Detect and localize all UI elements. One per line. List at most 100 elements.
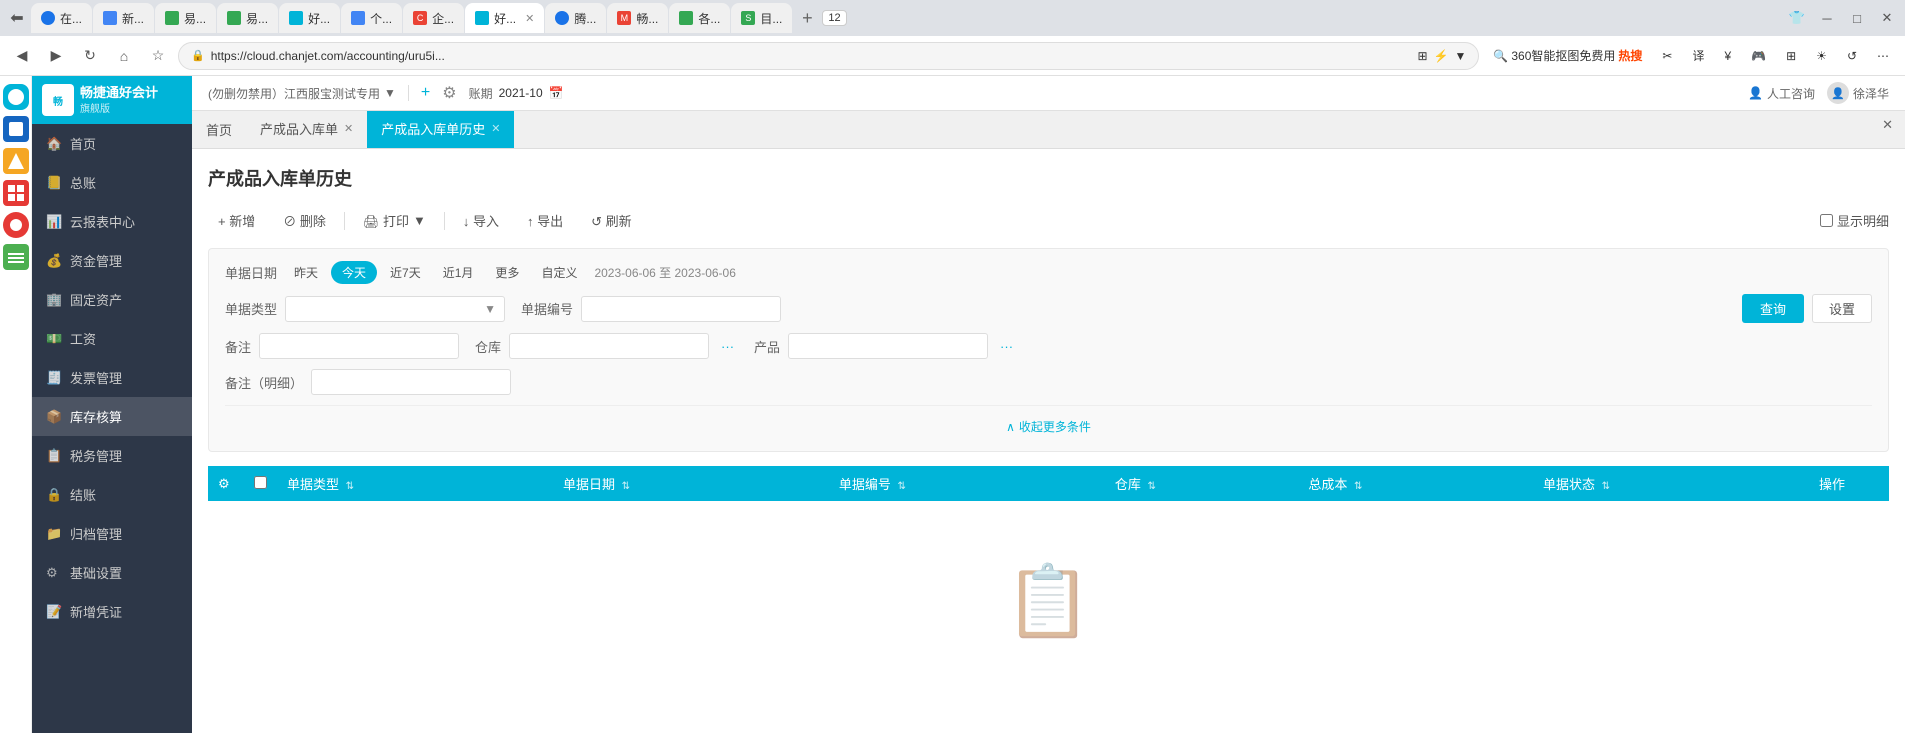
bookmark-button[interactable]: ☆ <box>144 42 172 70</box>
close-icon[interactable]: ✕ <box>1873 4 1901 32</box>
week-btn[interactable]: 近7天 <box>381 261 430 284</box>
tab-3[interactable]: 易... <box>155 3 216 33</box>
header-settings-button[interactable]: ⚙ <box>442 83 456 103</box>
print-button[interactable]: 🖨 打印 ▼ <box>353 207 436 234</box>
delete-button[interactable]: ⊘ 删除 <box>273 207 336 234</box>
tab-10[interactable]: M 畅... <box>607 3 668 33</box>
content-close-button[interactable]: ✕ <box>1870 111 1905 139</box>
number-input[interactable] <box>581 296 781 322</box>
shirt-icon[interactable]: 👕 <box>1783 4 1811 32</box>
tab-12[interactable]: S 目... <box>731 3 792 33</box>
show-cols-checkbox[interactable] <box>1820 214 1833 227</box>
sidebar-item-payroll[interactable]: 💵 工资 <box>32 319 192 358</box>
product-dots-btn[interactable]: ··· <box>996 339 1017 354</box>
remark-input[interactable] <box>259 333 459 359</box>
forward-button[interactable]: ▶ <box>42 42 70 70</box>
sidebar-item-closing[interactable]: 🔒 结账 <box>32 475 192 514</box>
select-all-checkbox[interactable] <box>254 476 267 489</box>
sidebar-item-newrecord[interactable]: 📝 新增凭证 <box>32 592 192 631</box>
grid-tool[interactable]: ⊞ <box>1778 43 1804 69</box>
tab-6[interactable]: 个... <box>341 3 402 33</box>
sidebar-item-inventory[interactable]: 📦 库存核算 <box>32 397 192 436</box>
page-tab-list-close-icon[interactable]: ✕ <box>344 122 353 135</box>
tab-5[interactable]: 好... <box>279 3 340 33</box>
tab-2[interactable]: 新... <box>93 3 154 33</box>
add-account-button[interactable]: + <box>421 84 430 102</box>
page-tab-list[interactable]: 产成品入库单 ✕ <box>246 111 367 148</box>
table-col-status[interactable]: 单据状态 ⇅ <box>1533 466 1809 501</box>
game-tool[interactable]: 🎮 <box>1743 43 1774 69</box>
user-info[interactable]: 👤 徐泽华 <box>1827 82 1889 104</box>
app-icon-4[interactable] <box>3 180 29 206</box>
query-button[interactable]: 查询 <box>1742 294 1804 323</box>
collapse-button[interactable]: ∧ 收起更多条件 <box>1006 414 1091 439</box>
sidebar-item-funds[interactable]: 💰 资金管理 <box>32 241 192 280</box>
settings-button[interactable]: 设置 <box>1812 294 1872 323</box>
calendar-icon[interactable]: 📅 <box>549 86 564 100</box>
more-tool[interactable]: ⋯ <box>1869 43 1897 69</box>
minimize-icon[interactable]: ─ <box>1813 4 1841 32</box>
tab-8[interactable]: 好... ✕ <box>465 3 544 33</box>
new-tab-button[interactable]: + <box>793 4 821 32</box>
today-btn[interactable]: 今天 <box>331 261 377 284</box>
yesterday-btn[interactable]: 昨天 <box>285 261 327 284</box>
sidebar-item-basic[interactable]: ⚙ 基础设置 <box>32 553 192 592</box>
add-button[interactable]: + 新增 <box>208 207 265 234</box>
dropdown-icon[interactable]: ▼ <box>1455 49 1467 63</box>
tab-11[interactable]: 各... <box>669 3 730 33</box>
refresh-button[interactable]: ↻ <box>76 42 104 70</box>
custom-btn[interactable]: 自定义 <box>532 261 586 284</box>
table-col-checkbox[interactable] <box>244 466 277 501</box>
home-button[interactable]: ⌂ <box>110 42 138 70</box>
tab-9[interactable]: 腾... <box>545 3 606 33</box>
page-tab-history-close-icon[interactable]: ✕ <box>491 122 500 135</box>
export-button[interactable]: ↑ 导出 <box>517 207 573 234</box>
sidebar-item-tax[interactable]: 📋 税务管理 <box>32 436 192 475</box>
back-button[interactable]: ◀ <box>8 42 36 70</box>
sidebar-item-fixed[interactable]: 🏢 固定资产 <box>32 280 192 319</box>
table-col-number[interactable]: 单据编号 ⇅ <box>829 466 1105 501</box>
table-col-date[interactable]: 单据日期 ⇅ <box>553 466 829 501</box>
month-btn[interactable]: 近1月 <box>434 261 483 284</box>
warehouse-dots-btn[interactable]: ··· <box>717 339 738 354</box>
app-icon-5[interactable] <box>3 212 29 238</box>
table-col-gear[interactable]: ⚙ <box>208 466 244 501</box>
tab-count-badge[interactable]: 12 <box>822 10 846 26</box>
maximize-icon[interactable]: □ <box>1843 4 1871 32</box>
tab-1[interactable]: 在... <box>31 3 92 33</box>
browser-back-icon[interactable]: ⬅ <box>4 5 30 31</box>
warehouse-input[interactable] <box>509 333 709 359</box>
tab-7[interactable]: C 企... <box>403 3 464 33</box>
service-button[interactable]: 👤 人工咨询 <box>1748 85 1815 102</box>
sidebar-item-invoice[interactable]: 🧾 发票管理 <box>32 358 192 397</box>
scissors-tool[interactable]: ✂ <box>1654 43 1680 69</box>
undo-tool[interactable]: ↺ <box>1839 43 1865 69</box>
detail-remark-input[interactable] <box>311 369 511 395</box>
more-date-btn[interactable]: 更多 <box>486 261 528 284</box>
wallet-tool[interactable]: ¥ <box>1716 43 1739 69</box>
table-col-type[interactable]: 单据类型 ⇅ <box>277 466 553 501</box>
page-tab-history[interactable]: 产成品入库单历史 ✕ <box>367 111 514 148</box>
company-selector[interactable]: (勿删勿禁用）江西服宝测试专用 ▼ <box>208 85 396 102</box>
app-icon-1[interactable] <box>3 84 29 110</box>
sidebar-item-home[interactable]: 🏠 首页 <box>32 124 192 163</box>
sidebar-item-ledger[interactable]: 📒 总账 <box>32 163 192 202</box>
refresh-button[interactable]: ↺ 刷新 <box>581 207 642 234</box>
table-col-cost[interactable]: 总成本 ⇅ <box>1298 466 1533 501</box>
breadcrumb-home[interactable]: 首页 <box>192 112 246 147</box>
app-icon-3[interactable] <box>3 148 29 174</box>
type-select[interactable]: ▼ <box>285 296 505 322</box>
address-bar[interactable]: 🔒 https://cloud.chanjet.com/accounting/u… <box>178 42 1479 70</box>
import-button[interactable]: ↓ 导入 <box>453 207 509 234</box>
product-input[interactable] <box>788 333 988 359</box>
tab-4[interactable]: 易... <box>217 3 278 33</box>
app-icon-2[interactable] <box>3 116 29 142</box>
sidebar-item-reports[interactable]: 📊 云报表中心 <box>32 202 192 241</box>
theme-tool[interactable]: ☀ <box>1808 43 1835 69</box>
table-col-warehouse[interactable]: 仓库 ⇅ <box>1105 466 1299 501</box>
search-tool[interactable]: 🔍 360智能抠图免费用 热搜 <box>1485 43 1650 69</box>
tab-8-close-icon[interactable]: ✕ <box>525 12 534 25</box>
sidebar-item-archive[interactable]: 📁 归档管理 <box>32 514 192 553</box>
app-icon-6[interactable] <box>3 244 29 270</box>
translate-tool[interactable]: 译 <box>1684 43 1712 69</box>
